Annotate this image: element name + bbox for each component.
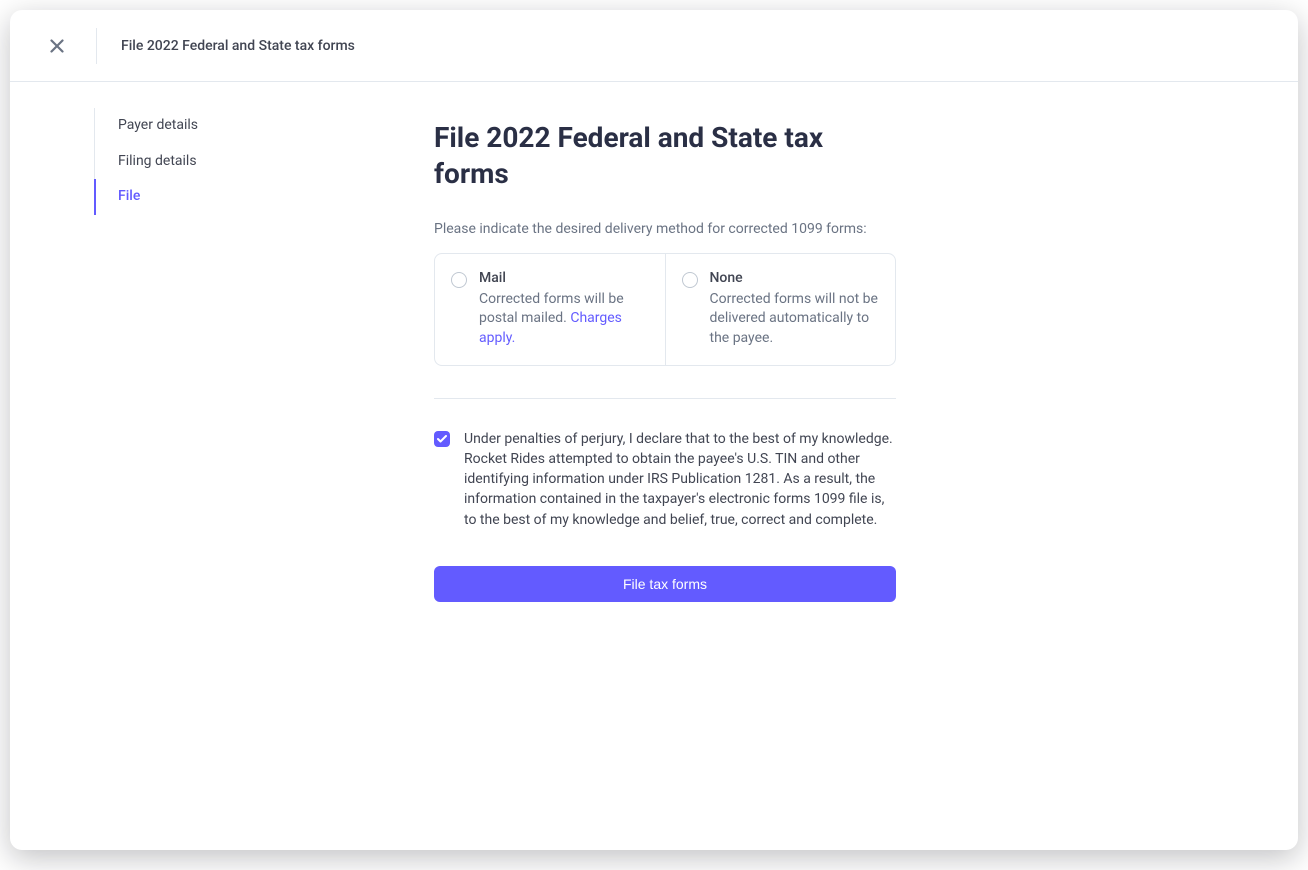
header-title: File 2022 Federal and State tax forms <box>121 38 355 54</box>
option-none-body: None Corrected forms will not be deliver… <box>710 270 880 349</box>
option-mail-desc: Corrected forms will be postal mailed. C… <box>479 290 649 349</box>
modal: File 2022 Federal and State tax forms Pa… <box>10 10 1298 850</box>
radio-mail[interactable] <box>451 272 467 288</box>
delivery-options: Mail Corrected forms will be postal mail… <box>434 253 896 366</box>
check-icon <box>437 435 447 443</box>
close-button[interactable] <box>42 31 72 61</box>
header-separator <box>96 28 97 64</box>
option-none-title: None <box>710 270 880 286</box>
sidebar: Payer details Filing details File <box>10 82 350 850</box>
sidebar-item-file[interactable]: File <box>94 179 350 215</box>
option-none-desc: Corrected forms will not be delivered au… <box>710 290 880 349</box>
option-none[interactable]: None Corrected forms will not be deliver… <box>665 254 896 365</box>
option-none-desc-text: Corrected forms will not be delivered au… <box>710 291 878 346</box>
file-tax-forms-button[interactable]: File tax forms <box>434 566 896 602</box>
option-mail-body: Mail Corrected forms will be postal mail… <box>479 270 649 349</box>
modal-body: Payer details Filing details File File 2… <box>10 82 1298 850</box>
main: File 2022 Federal and State tax forms Pl… <box>350 82 1298 850</box>
content: File 2022 Federal and State tax forms Pl… <box>434 120 896 602</box>
option-mail[interactable]: Mail Corrected forms will be postal mail… <box>435 254 665 365</box>
sidebar-item-filing-details[interactable]: Filing details <box>94 144 350 180</box>
modal-header: File 2022 Federal and State tax forms <box>10 10 1298 82</box>
sidebar-item-payer-details[interactable]: Payer details <box>94 108 350 144</box>
divider <box>434 398 896 399</box>
declaration-text: Under penalties of perjury, I declare th… <box>464 429 896 530</box>
close-icon <box>50 39 64 53</box>
radio-none[interactable] <box>682 272 698 288</box>
delivery-prompt: Please indicate the desired delivery met… <box>434 221 896 237</box>
declaration-checkbox[interactable] <box>434 431 450 447</box>
nav-list: Payer details Filing details File <box>94 108 350 215</box>
declaration-row: Under penalties of perjury, I declare th… <box>434 429 896 530</box>
page-title: File 2022 Federal and State tax forms <box>434 120 896 193</box>
option-mail-title: Mail <box>479 270 649 286</box>
